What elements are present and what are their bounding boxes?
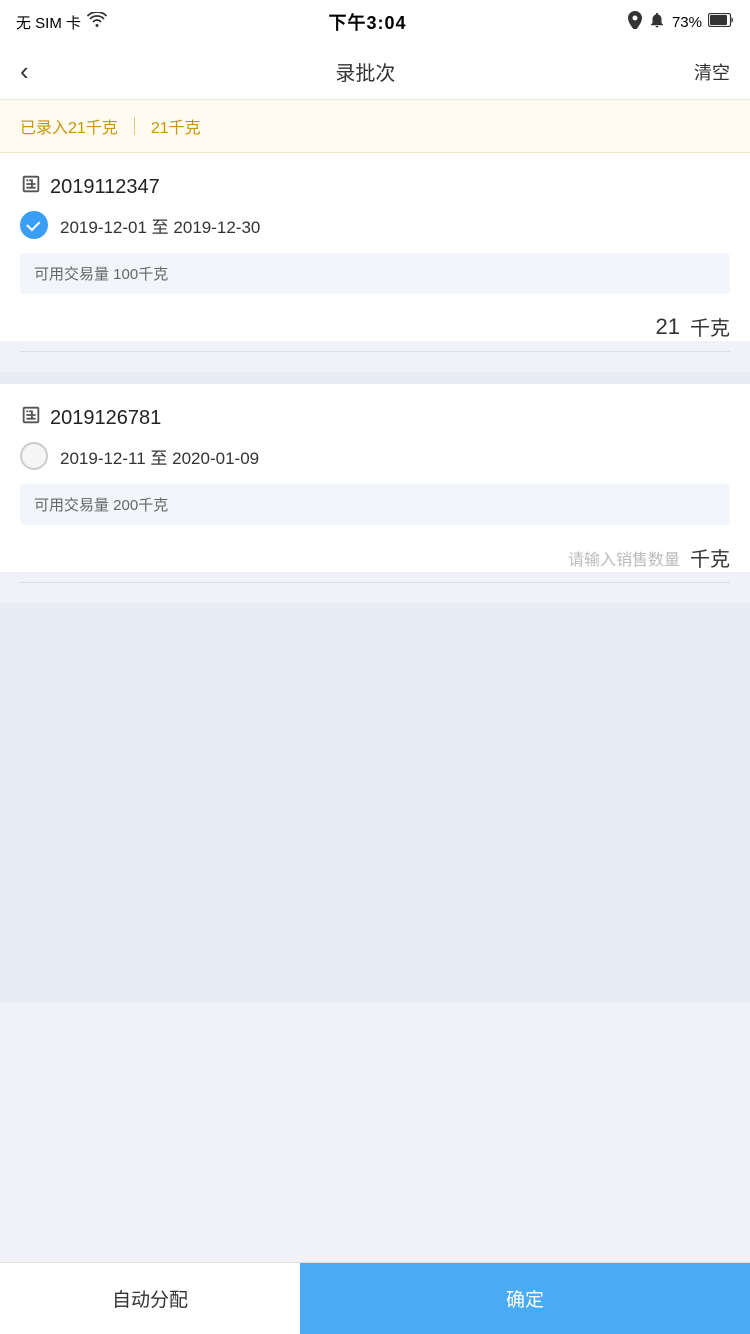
batch1-input-row: 千克 [0, 294, 750, 341]
batch2-input-row: 千克 [0, 525, 750, 572]
no-sim-text: 无 SIM 卡 [16, 12, 81, 33]
battery-icon [708, 13, 734, 31]
card-separator [0, 372, 750, 384]
status-bar: 无 SIM 卡 下午3:04 73% [0, 0, 750, 44]
total-label: 21千克 [151, 114, 201, 138]
batch2-id: 2019126781 [50, 407, 161, 430]
batch2-date-row[interactable]: 2019-12-11 至 2020-01-09 [20, 442, 730, 470]
confirm-button[interactable]: 确定 [300, 1263, 750, 1334]
status-right: 73% [628, 11, 734, 33]
batch2-card: 2019126781 2019-12-11 至 2020-01-09 可用交易量… [0, 384, 750, 525]
batch1-card: 2019112347 2019-12-01 至 2019-12-30 可用交易量… [0, 153, 750, 294]
info-banner: 已录入21千克 21千克 [0, 100, 750, 153]
wifi-icon [87, 12, 107, 32]
batch2-available: 可用交易量 200千克 [20, 484, 730, 525]
batch2-header: 2019126781 [20, 404, 730, 432]
status-time: 下午3:04 [328, 9, 406, 35]
alarm-icon [648, 11, 666, 33]
batch1-icon [20, 173, 42, 201]
page-title: 录批次 [335, 57, 395, 86]
battery-text: 73% [672, 14, 702, 31]
batch1-available: 可用交易量 100千克 [20, 253, 730, 294]
batch1-qty-input[interactable] [520, 314, 680, 340]
batch1-underline [20, 351, 730, 352]
batch1-qty-unit: 千克 [690, 312, 730, 341]
batch1-radio[interactable] [20, 211, 48, 239]
back-button[interactable]: ‹ [20, 48, 37, 95]
recorded-label: 已录入21千克 [20, 114, 118, 138]
batch2-underline [20, 582, 730, 583]
status-left: 无 SIM 卡 [16, 12, 107, 33]
bottom-buttons: 自动分配 确定 [0, 1262, 750, 1334]
auto-distribute-button[interactable]: 自动分配 [0, 1263, 300, 1334]
batch1-date: 2019-12-01 至 2019-12-30 [60, 213, 260, 238]
batch2-qty-input[interactable] [520, 545, 680, 571]
batch1-id: 2019112347 [50, 176, 160, 199]
banner-divider [134, 117, 135, 135]
batch2-qty-unit: 千克 [690, 543, 730, 572]
batch1-header: 2019112347 [20, 173, 730, 201]
clear-button[interactable]: 清空 [694, 59, 730, 85]
bottom-empty-area [0, 603, 750, 1003]
nav-bar: ‹ 录批次 清空 [0, 44, 750, 100]
location-icon [628, 11, 642, 33]
batch2-radio[interactable] [20, 442, 48, 470]
batch2-icon [20, 404, 42, 432]
batch2-date: 2019-12-11 至 2020-01-09 [60, 444, 259, 469]
batch1-date-row[interactable]: 2019-12-01 至 2019-12-30 [20, 211, 730, 239]
